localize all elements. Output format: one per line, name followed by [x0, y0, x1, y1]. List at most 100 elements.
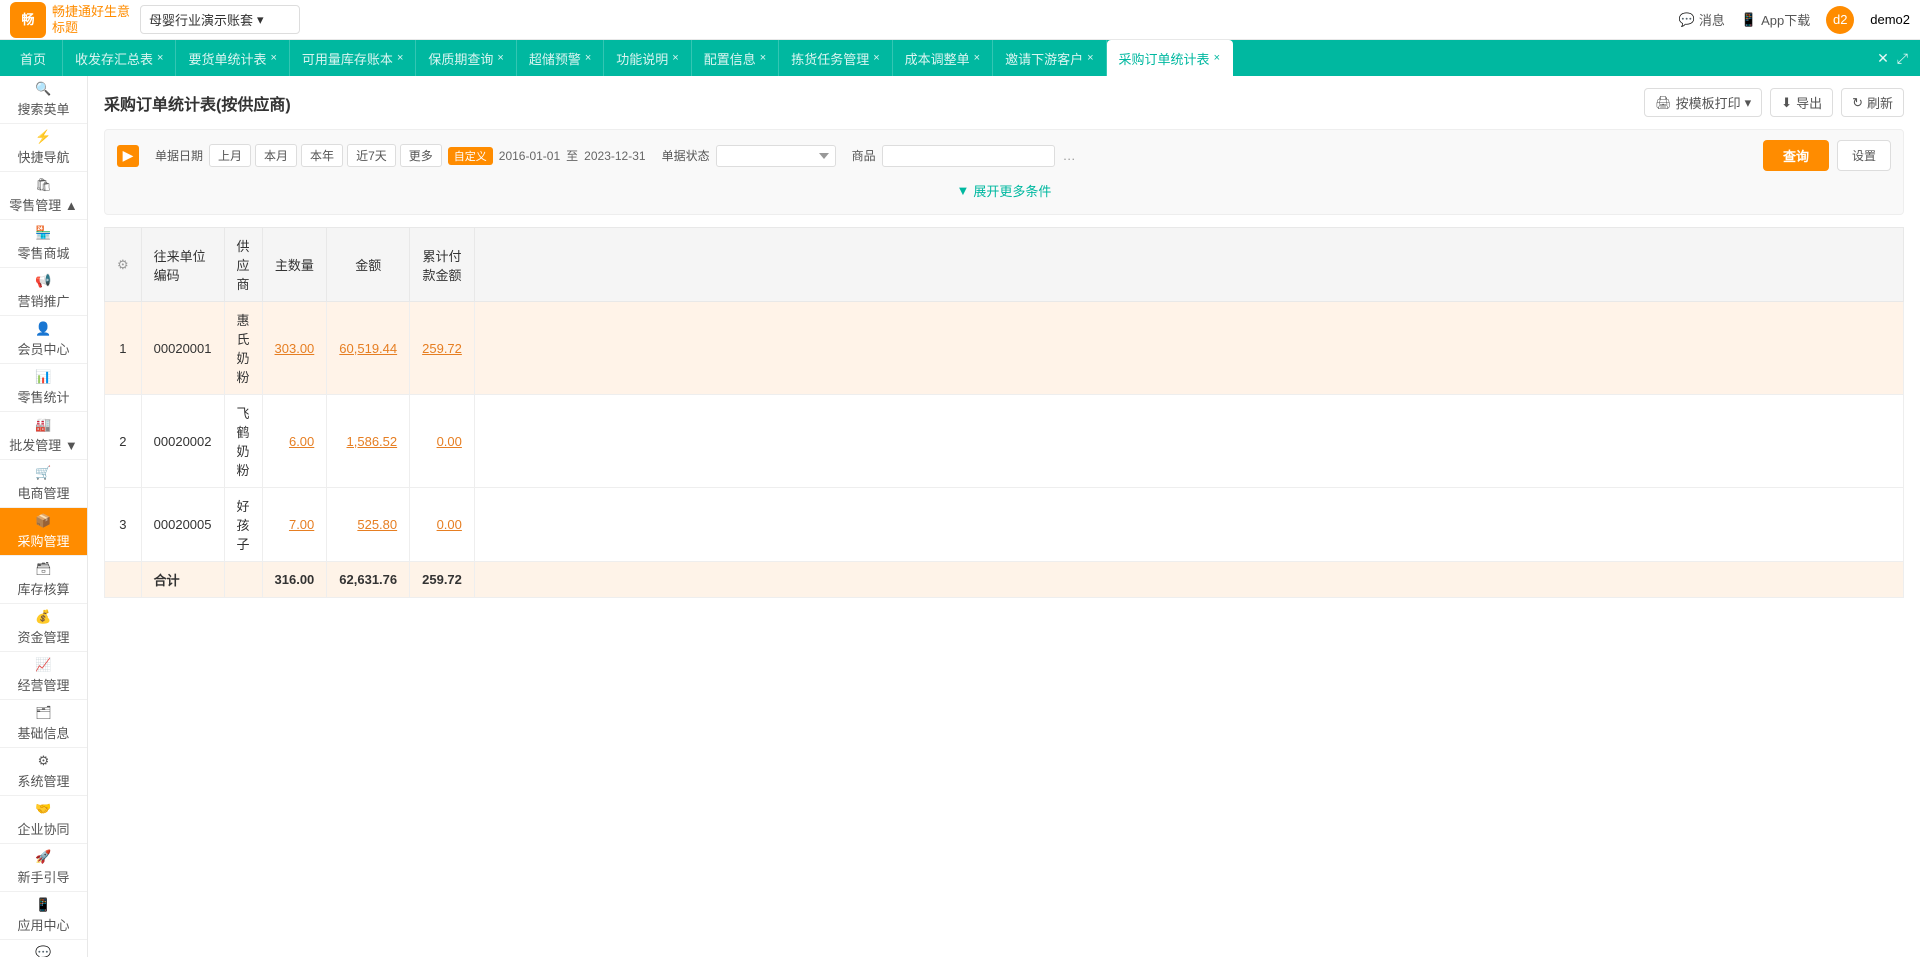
tab-yaoqing[interactable]: 邀请下游客户 ×	[993, 40, 1106, 76]
tab-jianhuorenwu[interactable]: 拣货任务管理 ×	[779, 40, 892, 76]
wechat-icon: 💬	[35, 945, 51, 957]
sidebar-item-member[interactable]: 👤 会员中心	[0, 316, 87, 364]
sidebar-item-wholesale[interactable]: 🏭 批发管理 ▼	[0, 412, 87, 460]
sidebar-item-guide[interactable]: 🚀 新手引导	[0, 844, 87, 892]
footer-empty-1	[105, 562, 142, 598]
close-icon[interactable]: ×	[397, 52, 403, 64]
tab-gongneng[interactable]: 功能说明 ×	[604, 40, 691, 76]
tab-close-all-icon[interactable]: ✕	[1877, 50, 1889, 67]
close-icon[interactable]: ×	[760, 52, 766, 64]
row-unit-code: 00020005	[141, 488, 224, 562]
sidebar-item-appcenter[interactable]: 📱 应用中心	[0, 892, 87, 940]
table-row[interactable]: 3 00020005 好孩子 7.00 525.80 0.00	[105, 488, 1904, 562]
tab-caigoudingdan[interactable]: 采购订单统计表 ×	[1107, 40, 1233, 76]
tab-yaohuodan[interactable]: 要货单统计表 ×	[176, 40, 289, 76]
goods-more-icon[interactable]: …	[1063, 148, 1076, 163]
tab-kuyunliang[interactable]: 可用量库存账本 ×	[290, 40, 416, 76]
shortcut-last-month[interactable]: 上月	[209, 144, 251, 167]
close-icon[interactable]: ×	[497, 52, 503, 64]
sidebar-item-search[interactable]: 🔍 搜索英单	[0, 76, 87, 124]
avatar[interactable]: d2	[1826, 6, 1854, 34]
sidebar-item-finance[interactable]: 💰 资金管理	[0, 604, 87, 652]
shortcut-more[interactable]: 更多	[400, 144, 442, 167]
row-extra	[474, 488, 1903, 562]
sidebar-item-system[interactable]: ⚙ 系统管理	[0, 748, 87, 796]
phone-icon: 📱	[1741, 12, 1757, 28]
expand-more-btn[interactable]: ▼ 展开更多条件	[117, 177, 1891, 204]
sidebar-item-ecommerce[interactable]: 🛒 电商管理	[0, 460, 87, 508]
row-paid-amount: 0.00	[410, 395, 475, 488]
row-supplier: 惠氏奶粉	[224, 302, 262, 395]
sidebar-item-retail-mall[interactable]: 🏪 零售商城	[0, 220, 87, 268]
status-select[interactable]: 全部	[716, 145, 836, 167]
amount-link[interactable]: 60,519.44	[339, 341, 397, 356]
shortcut-last-7days[interactable]: 近7天	[347, 144, 396, 167]
paid-amount-link[interactable]: 0.00	[437, 517, 462, 532]
sidebar-item-collab[interactable]: 🤝 企业协同	[0, 796, 87, 844]
row-paid-amount: 0.00	[410, 488, 475, 562]
search-button[interactable]: 查询	[1763, 140, 1829, 171]
tab-kuyunliang-label: 可用量库存账本	[302, 49, 393, 68]
quantity-link[interactable]: 6.00	[289, 434, 314, 449]
footer-empty-last	[474, 562, 1903, 598]
amount-link[interactable]: 525.80	[357, 517, 397, 532]
goods-input[interactable]	[882, 145, 1055, 167]
sidebar-item-inventory[interactable]: 🗃 库存核算	[0, 556, 87, 604]
tab-home[interactable]: 首页	[4, 40, 63, 76]
refresh-button[interactable]: ↻ 刷新	[1841, 88, 1904, 117]
shortcut-this-year[interactable]: 本年	[301, 144, 343, 167]
settings-icon[interactable]: ⚙	[117, 257, 129, 272]
sidebar-purchase-label: 采购管理	[17, 531, 69, 550]
print-button[interactable]: 🖨 按模板打印 ▾	[1644, 88, 1762, 117]
close-icon[interactable]: ×	[672, 52, 678, 64]
tab-chuchuyujing[interactable]: 超储预警 ×	[517, 40, 604, 76]
tab-chengbentiaoz[interactable]: 成本调整单 ×	[893, 40, 993, 76]
table-row[interactable]: 1 00020001 惠氏奶粉 303.00 60,519.44 259.72	[105, 302, 1904, 395]
sidebar-item-operations[interactable]: 📈 经营管理	[0, 652, 87, 700]
message-label: 消息	[1699, 10, 1725, 29]
sidebar-item-marketing[interactable]: 📢 营销推广	[0, 268, 87, 316]
goods-label: 商品	[852, 147, 876, 164]
tab-baozhi[interactable]: 保质期查询 ×	[416, 40, 516, 76]
close-icon[interactable]: ×	[873, 52, 879, 64]
table-row[interactable]: 2 00020002 飞鹤奶粉 6.00 1,586.52 0.00	[105, 395, 1904, 488]
quantity-link[interactable]: 303.00	[275, 341, 315, 356]
paid-amount-link[interactable]: 0.00	[437, 434, 462, 449]
tab-chengbentiaoz-label: 成本调整单	[905, 49, 970, 68]
close-icon[interactable]: ×	[1087, 52, 1093, 64]
expand-down-icon: ▼	[957, 183, 970, 198]
tab-shoufacun[interactable]: 收发存汇总表 ×	[63, 40, 176, 76]
svg-text:畅: 畅	[21, 12, 34, 27]
main-area: 🔍 搜索英单 ⚡ 快捷导航 🛍 零售管理 ▲ 🏪 零售商城 📢 营销推广 👤 会…	[0, 76, 1920, 957]
sidebar-item-retail-stat[interactable]: 📊 零售统计	[0, 364, 87, 412]
sidebar-item-purchase[interactable]: 📦 采购管理	[0, 508, 87, 556]
tab-gongneng-label: 功能说明	[616, 49, 668, 68]
setting-button[interactable]: 设置	[1837, 140, 1891, 171]
sidebar-item-basic[interactable]: 🗂 基础信息	[0, 700, 87, 748]
close-icon[interactable]: ×	[1214, 52, 1220, 64]
sidebar-item-retail-mgmt[interactable]: 🛍 零售管理 ▲	[0, 172, 87, 220]
tab-yaoqing-label: 邀请下游客户	[1005, 49, 1083, 68]
close-icon[interactable]: ×	[157, 52, 163, 64]
logo-line1: 畅捷通好生意	[52, 4, 130, 20]
shortcut-this-month[interactable]: 本月	[255, 144, 297, 167]
amount-link[interactable]: 1,586.52	[347, 434, 398, 449]
sidebar-item-quicknav[interactable]: ⚡ 快捷导航	[0, 124, 87, 172]
app-download-btn[interactable]: 📱 App下载	[1741, 10, 1810, 29]
close-icon[interactable]: ×	[585, 52, 591, 64]
paid-amount-link[interactable]: 259.72	[422, 341, 462, 356]
collapse-arrow[interactable]: ▶	[117, 145, 139, 167]
inventory-icon: 🗃	[35, 561, 52, 577]
export-button[interactable]: ⬇ 导出	[1770, 88, 1833, 117]
app-download-label: App下载	[1761, 10, 1810, 29]
quantity-link[interactable]: 7.00	[289, 517, 314, 532]
workspace-selector[interactable]: 母婴行业演示账套 ▾	[140, 5, 300, 34]
tab-expand-icon[interactable]: ⤢	[1897, 50, 1908, 67]
chevron-down-icon: ▾	[257, 12, 264, 28]
footer-label: 合计	[141, 562, 224, 598]
sidebar-item-wechat[interactable]: 💬 企业微信	[0, 940, 87, 957]
close-icon[interactable]: ×	[270, 52, 276, 64]
tab-peizhi[interactable]: 配置信息 ×	[692, 40, 779, 76]
close-icon[interactable]: ×	[974, 52, 980, 64]
message-btn[interactable]: 💬 消息	[1679, 10, 1725, 29]
